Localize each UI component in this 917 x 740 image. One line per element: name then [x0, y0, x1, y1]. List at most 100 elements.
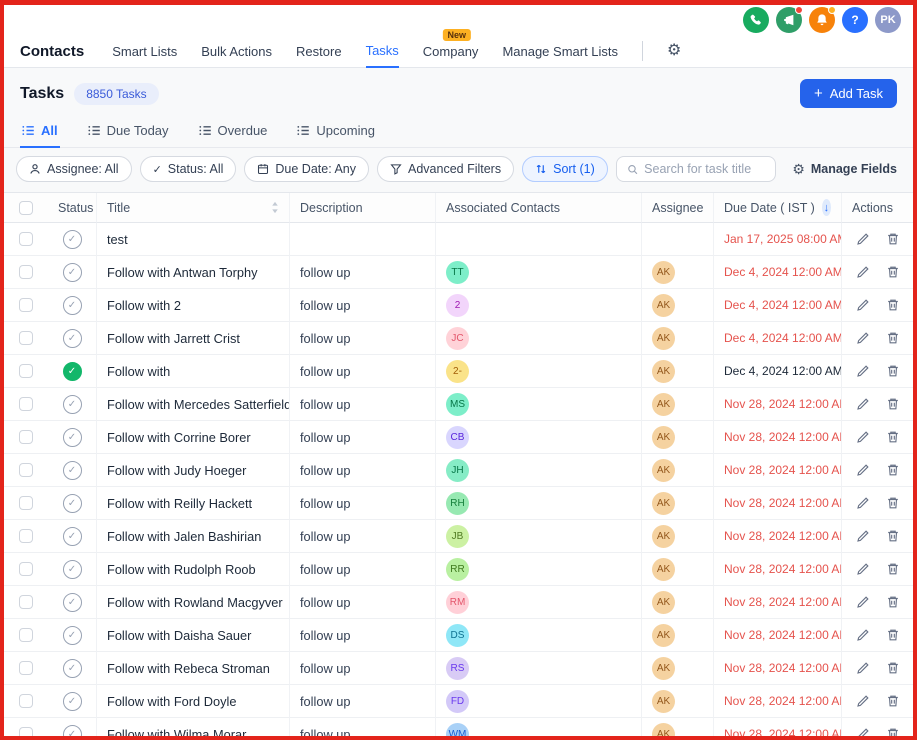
row-checkbox[interactable]	[19, 529, 33, 543]
associated-contact-cell[interactable]: JH	[435, 454, 641, 487]
nav-item-bulk-actions[interactable]: Bulk Actions	[201, 35, 272, 68]
task-title[interactable]: Follow with Rudolph Roob	[96, 553, 289, 586]
status-incomplete-icon[interactable]: ✓	[62, 460, 82, 480]
delete-task-button[interactable]	[886, 463, 900, 477]
edit-task-button[interactable]	[856, 298, 870, 312]
delete-task-button[interactable]	[886, 298, 900, 312]
delete-task-button[interactable]	[886, 628, 900, 642]
status-incomplete-icon[interactable]: ✓	[62, 724, 82, 736]
nav-item-tasks[interactable]: Tasks	[365, 35, 399, 68]
edit-task-button[interactable]	[856, 364, 870, 378]
associated-contact-cell[interactable]: JB	[435, 520, 641, 553]
status-incomplete-icon[interactable]: ✓	[62, 427, 82, 447]
task-title[interactable]: Follow with Judy Hoeger	[96, 454, 289, 487]
nav-item-restore[interactable]: Restore	[296, 35, 342, 68]
status-incomplete-icon[interactable]: ✓	[62, 262, 82, 282]
delete-task-button[interactable]	[886, 727, 900, 736]
row-checkbox[interactable]	[19, 331, 33, 345]
status-incomplete-icon[interactable]: ✓	[62, 658, 82, 678]
row-checkbox[interactable]	[19, 727, 33, 736]
edit-task-button[interactable]	[856, 595, 870, 609]
task-title[interactable]: Follow with Wilma Morar	[96, 718, 289, 736]
select-all-checkbox[interactable]	[19, 200, 33, 215]
row-checkbox[interactable]	[19, 397, 33, 411]
row-checkbox[interactable]	[19, 232, 33, 246]
column-description[interactable]: Description	[289, 193, 435, 223]
status-incomplete-icon[interactable]: ✓	[62, 394, 82, 414]
status-incomplete-icon[interactable]: ✓	[62, 493, 82, 513]
delete-task-button[interactable]	[886, 430, 900, 444]
task-title[interactable]: Follow with Reilly Hackett	[96, 487, 289, 520]
nav-item-company[interactable]: Company New	[423, 27, 478, 68]
edit-task-button[interactable]	[856, 727, 870, 736]
due-date-filter-pill[interactable]: Due Date: Any	[244, 156, 369, 182]
tab-overdue[interactable]: Overdue	[197, 117, 270, 147]
delete-task-button[interactable]	[886, 661, 900, 675]
column-associated-contacts[interactable]: Associated Contacts	[435, 193, 641, 223]
status-incomplete-icon[interactable]: ✓	[62, 295, 82, 315]
column-due-date[interactable]: Due Date ( IST ) ↓	[713, 193, 841, 223]
edit-task-button[interactable]	[856, 232, 870, 246]
row-checkbox[interactable]	[19, 265, 33, 279]
manage-fields-button[interactable]: ⚙ Manage Fields	[784, 162, 901, 176]
associated-contact-cell[interactable]: JC	[435, 322, 641, 355]
associated-contact-cell[interactable]: DS	[435, 619, 641, 652]
delete-task-button[interactable]	[886, 595, 900, 609]
edit-task-button[interactable]	[856, 430, 870, 444]
add-task-button[interactable]: + Add Task	[799, 79, 897, 108]
associated-contact-cell[interactable]: CB	[435, 421, 641, 454]
status-incomplete-icon[interactable]: ✓	[62, 625, 82, 645]
task-title[interactable]: Follow with Jarrett Crist	[96, 322, 289, 355]
task-title[interactable]: Follow with Mercedes Satterfield	[96, 388, 289, 421]
status-incomplete-icon[interactable]: ✓	[62, 559, 82, 579]
associated-contact-cell[interactable]: WM	[435, 718, 641, 736]
edit-task-button[interactable]	[856, 562, 870, 576]
task-title[interactable]: Follow with 2	[96, 289, 289, 322]
associated-contact-cell[interactable]: RR	[435, 553, 641, 586]
edit-task-button[interactable]	[856, 397, 870, 411]
associated-contact-cell[interactable]: RS	[435, 652, 641, 685]
user-avatar[interactable]: PK	[875, 7, 901, 33]
associated-contact-cell[interactable]: FD	[435, 685, 641, 718]
task-title[interactable]: Follow with Daisha Sauer	[96, 619, 289, 652]
task-title[interactable]: Follow with	[96, 355, 289, 388]
row-checkbox[interactable]	[19, 694, 33, 708]
row-checkbox[interactable]	[19, 364, 33, 378]
nav-item-smart-lists[interactable]: Smart Lists	[112, 35, 177, 68]
status-complete-icon[interactable]: ✓	[62, 361, 82, 381]
status-incomplete-icon[interactable]: ✓	[62, 691, 82, 711]
row-checkbox[interactable]	[19, 628, 33, 642]
edit-task-button[interactable]	[856, 529, 870, 543]
phone-icon[interactable]	[743, 7, 769, 33]
search-input[interactable]	[644, 162, 766, 176]
associated-contact-cell[interactable]: 2	[435, 289, 641, 322]
edit-task-button[interactable]	[856, 496, 870, 510]
delete-task-button[interactable]	[886, 364, 900, 378]
edit-task-button[interactable]	[856, 628, 870, 642]
task-title[interactable]: Follow with Rowland Macgyver	[96, 586, 289, 619]
delete-task-button[interactable]	[886, 232, 900, 246]
tab-all[interactable]: All	[20, 117, 60, 148]
edit-task-button[interactable]	[856, 661, 870, 675]
delete-task-button[interactable]	[886, 265, 900, 279]
nav-item-manage-smart-lists[interactable]: Manage Smart Lists	[502, 35, 618, 68]
task-title[interactable]: Follow with Corrine Borer	[96, 421, 289, 454]
megaphone-icon[interactable]	[776, 6, 803, 33]
associated-contact-cell[interactable]: MS	[435, 388, 641, 421]
status-incomplete-icon[interactable]: ✓	[62, 328, 82, 348]
column-title[interactable]: Title	[96, 193, 289, 223]
associated-contact-cell[interactable]: RM	[435, 586, 641, 619]
assignee-filter-pill[interactable]: Assignee: All	[16, 156, 132, 182]
row-checkbox[interactable]	[19, 430, 33, 444]
row-checkbox[interactable]	[19, 496, 33, 510]
status-incomplete-icon[interactable]: ✓	[62, 526, 82, 546]
tab-upcoming[interactable]: Upcoming	[295, 117, 377, 147]
status-incomplete-icon[interactable]: ✓	[62, 229, 82, 249]
status-filter-pill[interactable]: ✓ Status: All	[139, 156, 237, 182]
column-assignee[interactable]: Assignee	[641, 193, 713, 223]
edit-task-button[interactable]	[856, 463, 870, 477]
associated-contact-cell[interactable]: RH	[435, 487, 641, 520]
row-checkbox[interactable]	[19, 463, 33, 477]
edit-task-button[interactable]	[856, 265, 870, 279]
task-title[interactable]: Follow with Rebeca Stroman	[96, 652, 289, 685]
